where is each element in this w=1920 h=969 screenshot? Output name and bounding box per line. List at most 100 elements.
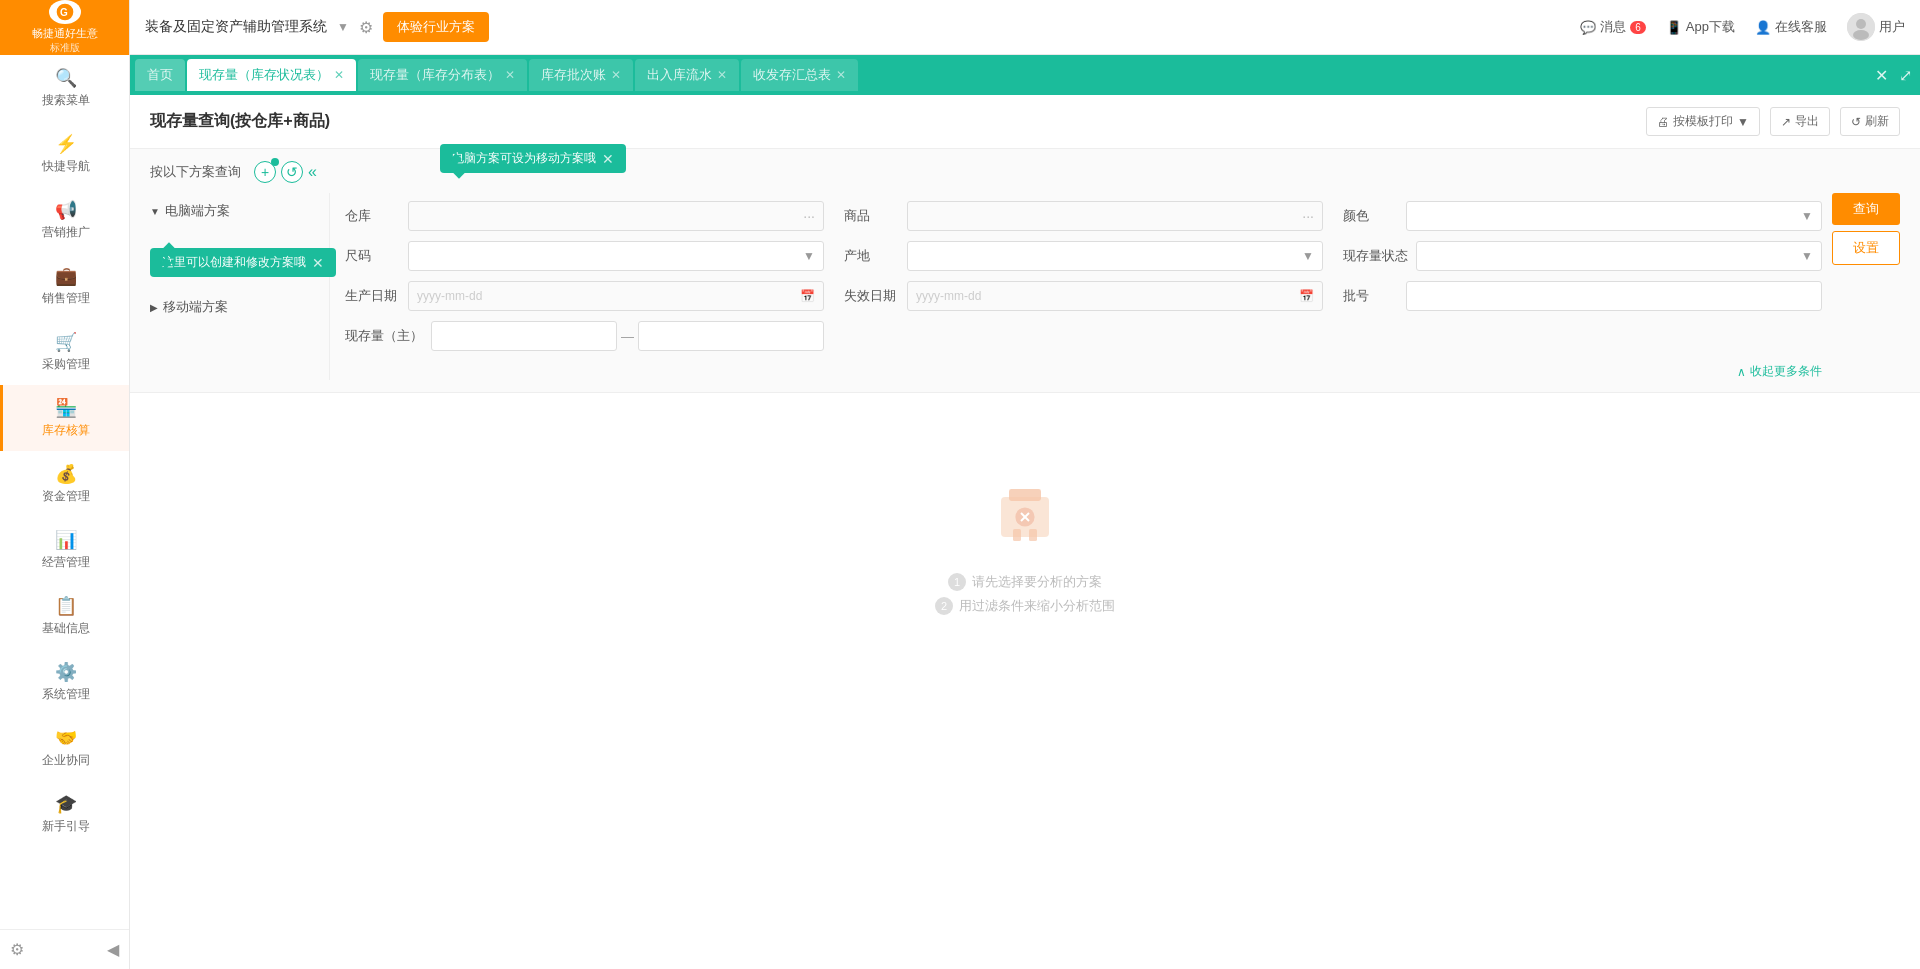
tab-inventory-status-label: 现存量（库存状况表） <box>199 66 329 84</box>
scheme-panel: ▼ 电脑端方案 这里可以创建和修改方案哦 ✕ ▶ 移 <box>150 193 330 380</box>
desktop-scheme-header[interactable]: ▼ 电脑端方案 <box>150 198 314 224</box>
sidebar-item-purchase-label: 采购管理 <box>42 356 90 373</box>
sidebar-item-search-label: 搜索菜单 <box>42 92 90 109</box>
production-calendar-icon[interactable]: 📅 <box>800 289 815 303</box>
tab-inventory-dist-close[interactable]: ✕ <box>505 68 515 82</box>
tab-flow-close[interactable]: ✕ <box>717 68 727 82</box>
add-scheme-button[interactable]: + <box>254 161 276 183</box>
stock-qty-max-input[interactable] <box>638 321 824 351</box>
svg-rect-10 <box>1013 529 1021 541</box>
tab-summary-close[interactable]: ✕ <box>836 68 846 82</box>
tooltip-create-scheme: 这里可以创建和修改方案哦 ✕ <box>150 248 336 277</box>
export-button[interactable]: ↗ 导出 <box>1770 107 1830 136</box>
sidebar-item-system[interactable]: ⚙️ 系统管理 <box>0 649 129 715</box>
sidebar-item-enterprise[interactable]: 🤝 企业协同 <box>0 715 129 781</box>
tooltip1-close[interactable]: ✕ <box>602 151 614 167</box>
tooltip1-text: 电脑方案可设为移动方案哦 <box>452 150 596 167</box>
page-title: 现存量查询(按仓库+商品) <box>150 111 330 132</box>
sidebar-item-guide-label: 新手引导 <box>42 818 90 835</box>
refresh-scheme-icon: ↺ <box>286 164 298 180</box>
tab-home[interactable]: 首页 <box>135 59 185 91</box>
refresh-scheme-button[interactable]: ↺ <box>281 161 303 183</box>
expiry-calendar-icon[interactable]: 📅 <box>1299 289 1314 303</box>
sidebar-item-purchase[interactable]: 🛒 采购管理 <box>0 319 129 385</box>
expiry-date-field: 失效日期 yyyy-mm-dd 📅 <box>844 281 1323 311</box>
sidebar-item-system-label: 系统管理 <box>42 686 90 703</box>
mobile-arrow-icon: ▶ <box>150 302 158 313</box>
sidebar-item-sales[interactable]: 💼 销售管理 <box>0 253 129 319</box>
sidebar-item-inventory[interactable]: 🏪 库存核算 <box>0 385 129 451</box>
stock-qty-min-input[interactable] <box>431 321 617 351</box>
tab-batch-ledger-close[interactable]: ✕ <box>611 68 621 82</box>
expiry-date-input[interactable]: yyyy-mm-dd 📅 <box>907 281 1323 311</box>
tab-batch-ledger[interactable]: 库存批次账 ✕ <box>529 59 633 91</box>
size-label: 尺码 <box>345 247 400 265</box>
tooltip2-close[interactable]: ✕ <box>312 255 324 271</box>
stock-status-select[interactable]: ▼ <box>1416 241 1822 271</box>
quicknav-icon: ⚡ <box>55 133 77 155</box>
tab-inventory-status-close[interactable]: ✕ <box>334 68 344 82</box>
system-icon: ⚙️ <box>55 661 77 683</box>
industry-solution-button[interactable]: 体验行业方案 <box>383 12 489 42</box>
sidebar-bottom: ⚙ ◀ <box>0 929 129 969</box>
origin-field: 产地 ▼ <box>844 241 1323 271</box>
sidebar-item-enterprise-label: 企业协同 <box>42 752 90 769</box>
size-field: 尺码 ▼ <box>345 241 824 271</box>
system-dropdown-icon[interactable]: ▼ <box>337 20 349 34</box>
filter-label: 按以下方案查询 <box>150 163 241 181</box>
tab-inventory-dist[interactable]: 现存量（库存分布表） ✕ <box>358 59 527 91</box>
tab-summary[interactable]: 收发存汇总表 ✕ <box>741 59 858 91</box>
prev-scheme-arrow[interactable]: « <box>308 163 317 181</box>
print-icon: 🖨 <box>1657 115 1669 129</box>
color-select[interactable]: ▼ <box>1406 201 1822 231</box>
sidebar-item-basicinfo[interactable]: 📋 基础信息 <box>0 583 129 649</box>
goods-input[interactable]: ··· <box>907 201 1323 231</box>
online-service-nav-item[interactable]: 👤 在线客服 <box>1755 18 1827 36</box>
sidebar-item-search[interactable]: 🔍 搜索菜单 <box>0 55 129 121</box>
sidebar-logo: G 畅捷通好生意 标准版 <box>0 0 129 55</box>
print-button[interactable]: 🖨 按模板打印 ▼ <box>1646 107 1760 136</box>
warehouse-label: 仓库 <box>345 207 400 225</box>
sidebar-item-guide[interactable]: 🎓 新手引导 <box>0 781 129 847</box>
sidebar-item-marketing[interactable]: 📢 营销推广 <box>0 187 129 253</box>
mobile-scheme-header[interactable]: ▶ 移动端方案 <box>150 294 314 320</box>
settings-bottom-icon[interactable]: ⚙ <box>10 940 24 959</box>
collapse-filter-button[interactable]: ∧ 收起更多条件 <box>1737 363 1822 380</box>
phone-icon: 📱 <box>1666 20 1682 35</box>
export-icon: ↗ <box>1781 115 1791 129</box>
reset-button[interactable]: 设置 <box>1832 231 1900 265</box>
sidebar-item-operations-label: 经营管理 <box>42 554 90 571</box>
search-button[interactable]: 查询 <box>1832 193 1900 225</box>
message-nav-item[interactable]: 💬 消息 6 <box>1580 18 1646 36</box>
settings-icon[interactable]: ⚙ <box>359 18 373 37</box>
svg-rect-11 <box>1029 529 1037 541</box>
sidebar-item-finance[interactable]: 💰 资金管理 <box>0 451 129 517</box>
production-date-placeholder: yyyy-mm-dd <box>417 289 482 303</box>
enterprise-icon: 🤝 <box>55 727 77 749</box>
user-nav-item[interactable]: 用户 <box>1847 13 1905 41</box>
tab-flow[interactable]: 出入库流水 ✕ <box>635 59 739 91</box>
svg-point-4 <box>1853 30 1869 40</box>
batch-input[interactable] <box>1406 281 1822 311</box>
warehouse-input[interactable]: ··· <box>408 201 824 231</box>
expiry-date-label: 失效日期 <box>844 287 899 305</box>
svg-point-3 <box>1856 19 1866 29</box>
collapse-sidebar-icon[interactable]: ◀ <box>107 940 119 959</box>
refresh-button[interactable]: ↺ 刷新 <box>1840 107 1900 136</box>
sidebar-item-quicknav[interactable]: ⚡ 快捷导航 <box>0 121 129 187</box>
goods-dots-icon[interactable]: ··· <box>1302 208 1314 224</box>
sidebar-item-operations[interactable]: 📊 经营管理 <box>0 517 129 583</box>
tab-close-all-icon[interactable]: ✕ <box>1872 63 1891 88</box>
tab-inventory-status[interactable]: 现存量（库存状况表） ✕ <box>187 59 356 91</box>
empty-illustration <box>985 473 1065 553</box>
warehouse-dots-icon[interactable]: ··· <box>803 208 815 224</box>
tab-maximize-icon[interactable]: ⤢ <box>1896 63 1915 88</box>
tab-summary-label: 收发存汇总表 <box>753 66 831 84</box>
production-date-input[interactable]: yyyy-mm-dd 📅 <box>408 281 824 311</box>
origin-select[interactable]: ▼ <box>907 241 1323 271</box>
tip2-text: 用过滤条件来缩小分析范围 <box>959 597 1115 615</box>
filter-main-panel: 仓库 ··· 商品 ··· <box>330 193 1822 380</box>
online-service-label: 在线客服 <box>1775 18 1827 36</box>
app-download-nav-item[interactable]: 📱 App下载 <box>1666 18 1735 36</box>
size-select[interactable]: ▼ <box>408 241 824 271</box>
